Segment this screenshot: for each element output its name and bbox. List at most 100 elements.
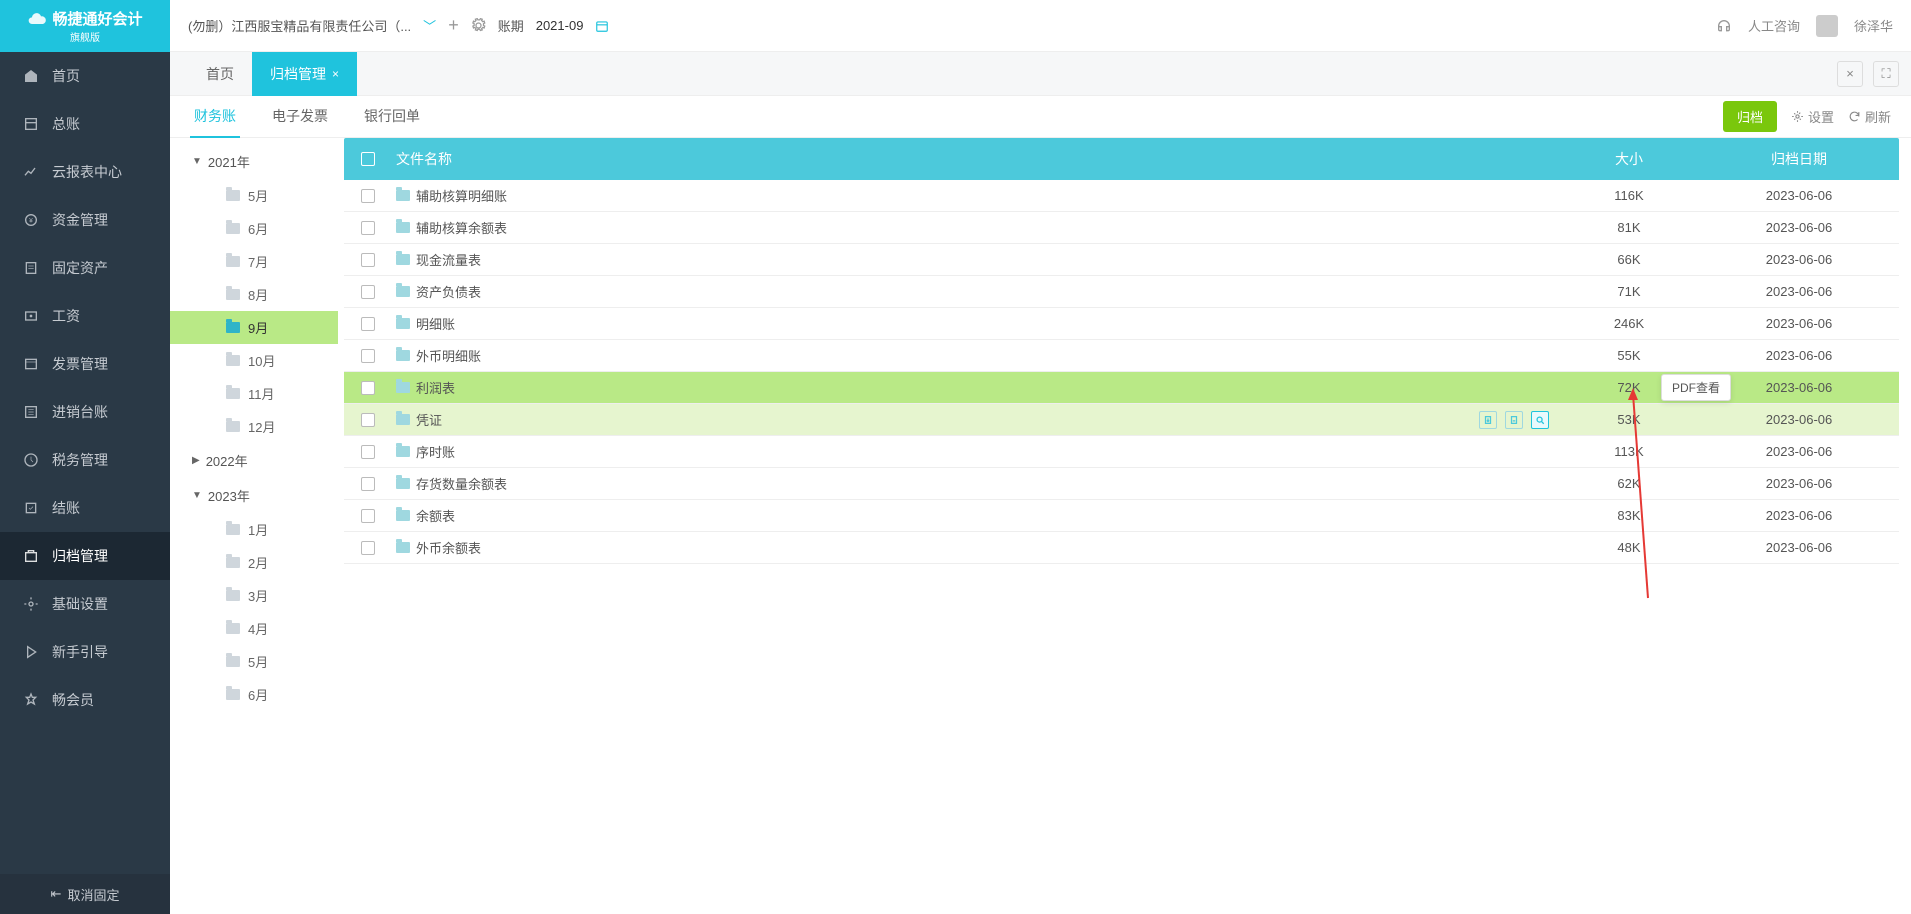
fullscreen-button[interactable]: ⛶ [1873, 61, 1899, 87]
consult-link[interactable]: 人工咨询 [1748, 16, 1800, 35]
headset-icon[interactable] [1716, 18, 1732, 34]
nav-item-12[interactable]: 新手引导 [0, 628, 170, 676]
row-checkbox[interactable] [361, 285, 375, 299]
gear-icon[interactable] [471, 18, 486, 33]
nav-item-6[interactable]: 发票管理 [0, 340, 170, 388]
file-name: 序时账 [416, 442, 455, 461]
table-row[interactable]: 凭证53K2023-06-06 [344, 404, 1899, 436]
year-label: 2023年 [208, 486, 250, 505]
row-checkbox[interactable] [361, 477, 375, 491]
row-checkbox[interactable] [361, 445, 375, 459]
close-icon[interactable]: × [332, 67, 339, 81]
row-checkbox[interactable] [361, 189, 375, 203]
tree-month[interactable]: 5月 [170, 645, 338, 678]
row-checkbox[interactable] [361, 541, 375, 555]
nav-item-2[interactable]: 云报表中心 [0, 148, 170, 196]
triangle-down-icon: ▼ [192, 156, 202, 167]
file-table: 文件名称 大小 归档日期 辅助核算明细账116K2023-06-06辅助核算余额… [338, 138, 1911, 914]
pdf-view-icon[interactable] [1531, 411, 1549, 429]
tab-home[interactable]: 首页 [188, 52, 252, 96]
logo: 畅捷通好会计 旗舰版 [0, 0, 170, 52]
file-name: 辅助核算明细账 [416, 186, 507, 205]
avatar[interactable] [1816, 15, 1838, 37]
month-label: 8月 [248, 285, 268, 304]
nav-item-0[interactable]: 首页 [0, 52, 170, 100]
table-row[interactable]: 资产负债表71K2023-06-06 [344, 276, 1899, 308]
period-value[interactable]: 2021-09 [536, 18, 584, 33]
row-checkbox[interactable] [361, 413, 375, 427]
subtab-finance[interactable]: 财务账 [190, 96, 240, 138]
nav-icon [22, 691, 40, 709]
tree-month[interactable]: 4月 [170, 612, 338, 645]
nav-item-8[interactable]: 税务管理 [0, 436, 170, 484]
table-row[interactable]: 辅助核算余额表81K2023-06-06 [344, 212, 1899, 244]
month-label: 5月 [248, 652, 268, 671]
add-icon[interactable]: + [448, 15, 459, 36]
tree-month[interactable]: 1月 [170, 513, 338, 546]
nav-item-4[interactable]: 固定资产 [0, 244, 170, 292]
company-selector[interactable]: (勿删）江西服宝精品有限责任公司（... [188, 16, 411, 35]
nav-icon [22, 499, 40, 517]
table-row[interactable]: 明细账246K2023-06-06 [344, 308, 1899, 340]
row-checkbox[interactable] [361, 253, 375, 267]
tab-archive[interactable]: 归档管理 × [252, 52, 357, 96]
settings-link[interactable]: 设置 [1791, 107, 1834, 126]
nav-label: 工资 [52, 306, 80, 326]
row-checkbox[interactable] [361, 509, 375, 523]
row-checkbox[interactable] [361, 221, 375, 235]
table-row[interactable]: 外币余额表48K2023-06-06 [344, 532, 1899, 564]
nav-item-7[interactable]: 进销台账 [0, 388, 170, 436]
tree-month[interactable]: 12月 [170, 410, 338, 443]
row-checkbox[interactable] [361, 381, 375, 395]
tree-month[interactable]: 8月 [170, 278, 338, 311]
tree-year-2021[interactable]: ▼2021年 [170, 144, 338, 179]
close-panel-button[interactable]: × [1837, 61, 1863, 87]
cancel-pin-button[interactable]: ⇤ 取消固定 [0, 874, 170, 914]
nav-item-1[interactable]: 总账 [0, 100, 170, 148]
table-row[interactable]: 现金流量表66K2023-06-06 [344, 244, 1899, 276]
subtab-bank[interactable]: 银行回单 [360, 96, 424, 138]
triangle-right-icon: ▶ [192, 455, 200, 466]
tree-month[interactable]: 7月 [170, 245, 338, 278]
download-pdf-icon[interactable] [1505, 411, 1523, 429]
user-name[interactable]: 徐泽华 [1854, 16, 1893, 35]
tree-month[interactable]: 3月 [170, 579, 338, 612]
folder-icon [226, 590, 240, 601]
tree-month[interactable]: 10月 [170, 344, 338, 377]
folder-icon [226, 223, 240, 234]
month-label: 3月 [248, 586, 268, 605]
tree-month[interactable]: 6月 [170, 678, 338, 711]
chevron-down-icon[interactable]: ﹀ [423, 16, 436, 35]
nav-item-11[interactable]: 基础设置 [0, 580, 170, 628]
select-all-checkbox[interactable] [361, 152, 375, 166]
tree-month[interactable]: 2月 [170, 546, 338, 579]
nav-item-5[interactable]: 工资 [0, 292, 170, 340]
refresh-link[interactable]: 刷新 [1848, 107, 1891, 126]
nav-item-13[interactable]: 畅会员 [0, 676, 170, 724]
tree-month[interactable]: 5月 [170, 179, 338, 212]
archive-button[interactable]: 归档 [1723, 101, 1777, 132]
nav-item-9[interactable]: 结账 [0, 484, 170, 532]
tree-month[interactable]: 9月 [170, 311, 338, 344]
table-row[interactable]: 存货数量余额表62K2023-06-06 [344, 468, 1899, 500]
table-row[interactable]: 余额表83K2023-06-06 [344, 500, 1899, 532]
month-label: 10月 [248, 351, 275, 370]
tree-month[interactable]: 11月 [170, 377, 338, 410]
table-row[interactable]: 外币明细账55K2023-06-06 [344, 340, 1899, 372]
nav-label: 资金管理 [52, 210, 108, 230]
table-row[interactable]: 序时账113K2023-06-06 [344, 436, 1899, 468]
row-checkbox[interactable] [361, 317, 375, 331]
row-checkbox[interactable] [361, 349, 375, 363]
table-row[interactable]: 辅助核算明细账116K2023-06-06 [344, 180, 1899, 212]
tree-year-2022[interactable]: ▶2022年 [170, 443, 338, 478]
folder-icon [396, 190, 410, 201]
tree-month[interactable]: 6月 [170, 212, 338, 245]
nav-label: 云报表中心 [52, 162, 122, 182]
subtab-einvoice[interactable]: 电子发票 [268, 96, 332, 138]
nav-item-10[interactable]: 归档管理 [0, 532, 170, 580]
download-xls-icon[interactable] [1479, 411, 1497, 429]
calendar-icon[interactable] [595, 19, 609, 33]
tree-year-2023[interactable]: ▼2023年 [170, 478, 338, 513]
nav-item-3[interactable]: ¥资金管理 [0, 196, 170, 244]
file-size: 246K [1559, 316, 1699, 331]
